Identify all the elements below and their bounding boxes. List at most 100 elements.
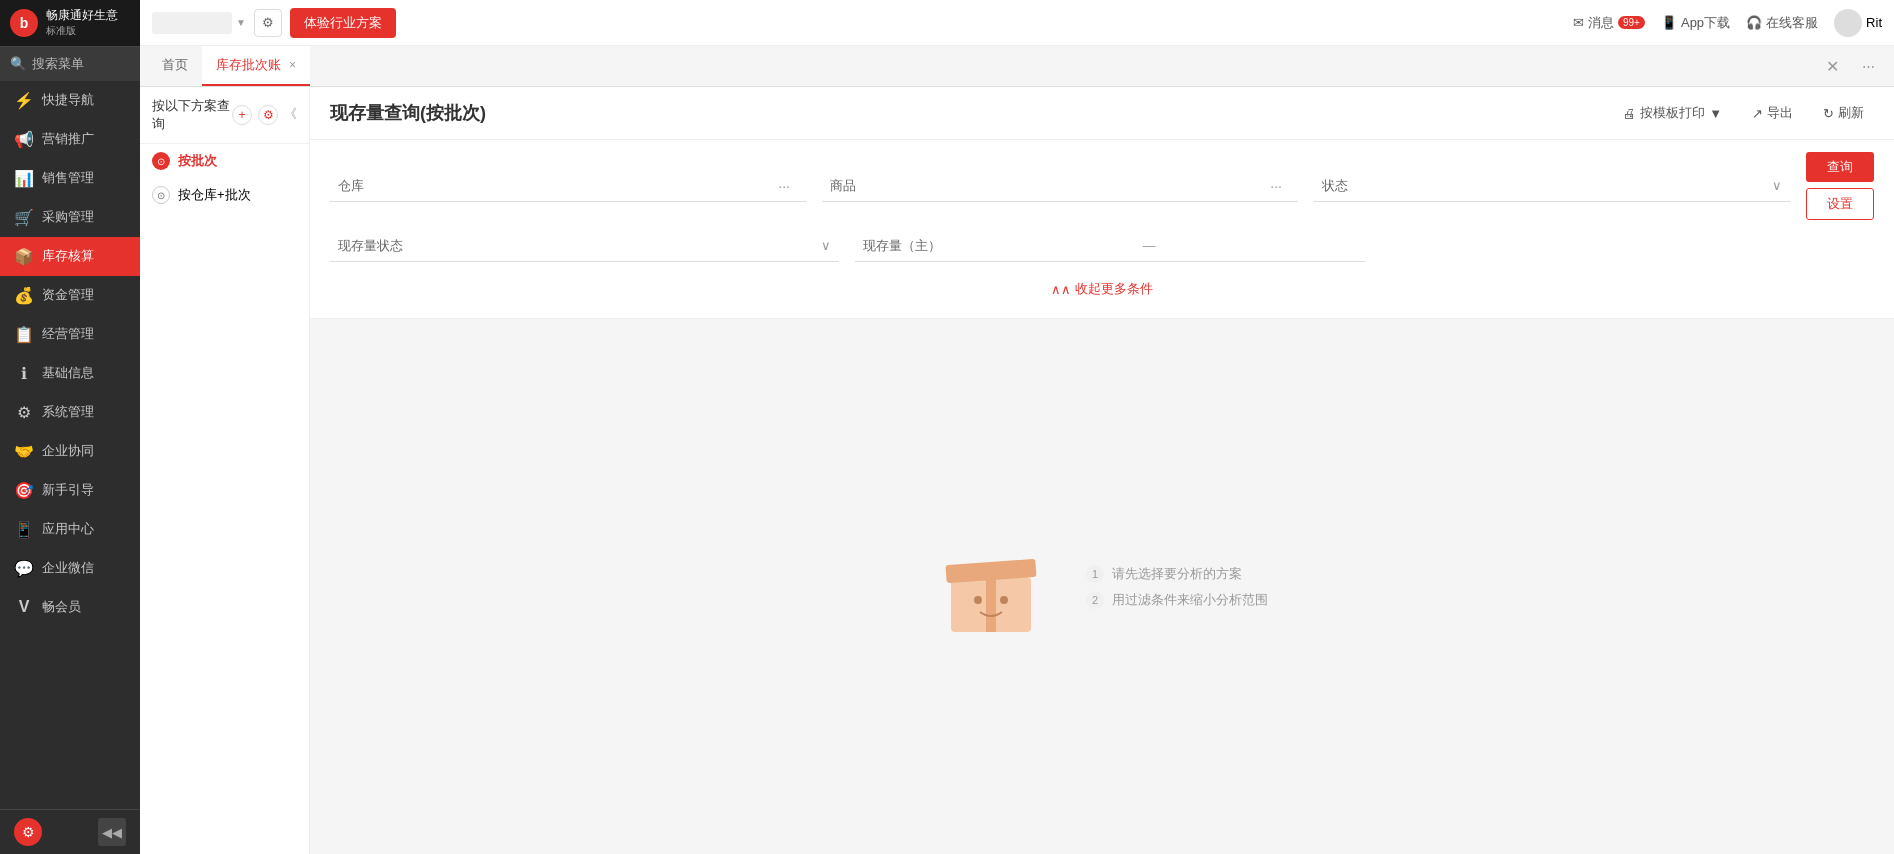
sidebar-item-label: 新手引导 (42, 481, 94, 499)
query-btn[interactable]: 查询 (1806, 152, 1874, 182)
tab-close-window-btn[interactable]: ✕ (1814, 48, 1850, 84)
inventory-amount-label: 现存量（主） (863, 237, 941, 255)
main-area: ▼ ⚙ 体验行业方案 ✉ 消息 99+ 📱 App下载 🎧 在线客服 Rit (140, 0, 1894, 854)
online-service-btn[interactable]: 🎧 在线客服 (1746, 14, 1818, 32)
sidebar-settings-button[interactable]: ⚙ (14, 818, 42, 846)
empty-illustration (936, 532, 1046, 642)
sidebar-item-system[interactable]: ⚙ 系统管理 (0, 393, 140, 432)
set-btn[interactable]: 设置 (1806, 188, 1874, 220)
sidebar-search[interactable]: 🔍 搜索菜单 (0, 47, 140, 81)
content-area: 按以下方案查询 + ⚙ 《 ⊙ 按批次 ⊙ 按仓库+批次 现存量查询(按批次) (140, 87, 1894, 854)
tab-close-icon[interactable]: × (289, 58, 296, 72)
sidebar-item-label: 营销推广 (42, 130, 94, 148)
sidebar-item-newbie[interactable]: 🎯 新手引导 (0, 471, 140, 510)
tab-inventory-batch[interactable]: 库存批次账 × (202, 46, 310, 86)
quick-nav-icon: ⚡ (14, 91, 34, 110)
add-plan-btn[interactable]: + (232, 105, 252, 125)
status-input[interactable] (1348, 170, 1772, 202)
sidebar-item-sales[interactable]: 📊 销售管理 (0, 159, 140, 198)
inventory-status-filter: 现存量状态 ∨ (330, 230, 839, 262)
breadcrumb-chevron-icon: ▼ (236, 17, 246, 28)
wechat-icon: 💬 (14, 559, 34, 578)
export-icon: ↗ (1752, 106, 1763, 121)
sidebar-item-label: 资金管理 (42, 286, 94, 304)
print-btn[interactable]: 🖨 按模板打印 ▼ (1613, 99, 1732, 127)
filter-row-2: 现存量状态 ∨ 现存量（主） — (330, 230, 1874, 262)
avatar-circle (1834, 9, 1862, 37)
hint-text-1: 请先选择要分析的方案 (1112, 565, 1242, 583)
refresh-btn[interactable]: ↻ 刷新 (1813, 99, 1874, 127)
hint-item-2: 2 用过滤条件来缩小分析范围 (1086, 591, 1268, 609)
operations-icon: 📋 (14, 325, 34, 344)
sidebar-item-label: 库存核算 (42, 247, 94, 265)
sidebar-item-label: 应用中心 (42, 520, 94, 538)
sidebar-item-label: 快捷导航 (42, 91, 94, 109)
warehouse-input[interactable] (364, 170, 770, 202)
empty-state: 1 请先选择要分析的方案 2 用过滤条件来缩小分析范围 (310, 319, 1894, 854)
app-download-btn[interactable]: 📱 App下载 (1661, 14, 1730, 32)
export-btn[interactable]: ↗ 导出 (1742, 99, 1803, 127)
warehouse-filter: 仓库 ··· (330, 170, 806, 202)
finance-icon: 💰 (14, 286, 34, 305)
product-filter: 商品 ··· (822, 170, 1298, 202)
sidebar-item-wechat[interactable]: 💬 企业微信 (0, 549, 140, 588)
sidebar-item-app-center[interactable]: 📱 应用中心 (0, 510, 140, 549)
sidebar-item-label: 基础信息 (42, 364, 94, 382)
sidebar-item-vip[interactable]: V 畅会员 (0, 588, 140, 626)
sidebar-item-inventory[interactable]: 📦 库存核算 (0, 237, 140, 276)
marketing-icon: 📢 (14, 130, 34, 149)
sidebar-item-label: 采购管理 (42, 208, 94, 226)
sidebar-item-marketing[interactable]: 📢 营销推广 (0, 120, 140, 159)
inventory-status-input[interactable] (403, 230, 821, 262)
sidebar-nav: ⚡ 快捷导航 📢 营销推广 📊 销售管理 🛒 采购管理 📦 库存核算 💰 资金管… (0, 81, 140, 809)
user-avatar[interactable]: Rit (1834, 9, 1882, 37)
refresh-label: 刷新 (1838, 104, 1864, 122)
plan-dot-red: ⊙ (152, 152, 170, 170)
settings-plan-btn[interactable]: ⚙ (258, 105, 278, 125)
product-more-btn[interactable]: ··· (1262, 178, 1290, 194)
inventory-amount-from[interactable] (941, 230, 1134, 262)
basic-info-icon: ℹ (14, 364, 34, 383)
search-label: 搜索菜单 (32, 55, 84, 73)
plan-item-by-batch[interactable]: ⊙ 按批次 (140, 144, 309, 178)
sidebar-item-label: 经营管理 (42, 325, 94, 343)
filter-dash: — (1135, 238, 1164, 253)
sidebar-item-enterprise[interactable]: 🤝 企业协同 (0, 432, 140, 471)
sidebar-item-quick-nav[interactable]: ⚡ 快捷导航 (0, 81, 140, 120)
tab-expand-btn[interactable]: ⋯ (1850, 48, 1886, 84)
inventory-amount-to[interactable] (1164, 230, 1357, 262)
warehouse-more-btn[interactable]: ··· (770, 178, 798, 194)
print-chevron-icon: ▼ (1709, 106, 1722, 121)
filters-area: 仓库 ··· 商品 ··· 状态 ∨ 查询 (310, 140, 1894, 319)
message-badge: 99+ (1618, 16, 1645, 29)
vip-icon: V (14, 598, 34, 616)
inv-status-arrow-icon: ∨ (821, 238, 831, 253)
sidebar-item-finance[interactable]: 💰 资金管理 (0, 276, 140, 315)
collapse-filters-btn[interactable]: ∧∧ 收起更多条件 (1047, 276, 1157, 302)
app-subtitle: 标准版 (46, 24, 118, 38)
sidebar-header: b 畅康通好生意 标准版 (0, 0, 140, 47)
sidebar-item-operations[interactable]: 📋 经营管理 (0, 315, 140, 354)
sidebar-item-purchase[interactable]: 🛒 采购管理 (0, 198, 140, 237)
experience-btn[interactable]: 体验行业方案 (290, 8, 396, 38)
plan-label-by-batch: 按批次 (178, 152, 217, 170)
sidebar-item-basic-info[interactable]: ℹ 基础信息 (0, 354, 140, 393)
product-input[interactable] (856, 170, 1262, 202)
breadcrumb: ▼ (152, 12, 246, 34)
app-center-icon: 📱 (14, 520, 34, 539)
left-panel-header: 按以下方案查询 + ⚙ 《 (140, 87, 309, 144)
collapse-panel-btn[interactable]: 《 (284, 105, 297, 125)
user-name: Rit (1866, 15, 1882, 30)
topbar-settings-button[interactable]: ⚙ (254, 9, 282, 37)
svg-point-3 (974, 596, 982, 604)
svg-rect-2 (986, 577, 996, 632)
sidebar-collapse-button[interactable]: ◀◀ (98, 818, 126, 846)
breadcrumb-input[interactable] (152, 12, 232, 34)
plan-item-warehouse-batch[interactable]: ⊙ 按仓库+批次 (140, 178, 309, 212)
plan-dot-outline: ⊙ (152, 186, 170, 204)
collapse-label: 收起更多条件 (1075, 280, 1153, 298)
tab-home[interactable]: 首页 (148, 46, 202, 86)
export-label: 导出 (1767, 104, 1793, 122)
message-btn[interactable]: ✉ 消息 99+ (1573, 14, 1645, 32)
page-header: 现存量查询(按批次) 🖨 按模板打印 ▼ ↗ 导出 ↻ 刷新 (310, 87, 1894, 140)
